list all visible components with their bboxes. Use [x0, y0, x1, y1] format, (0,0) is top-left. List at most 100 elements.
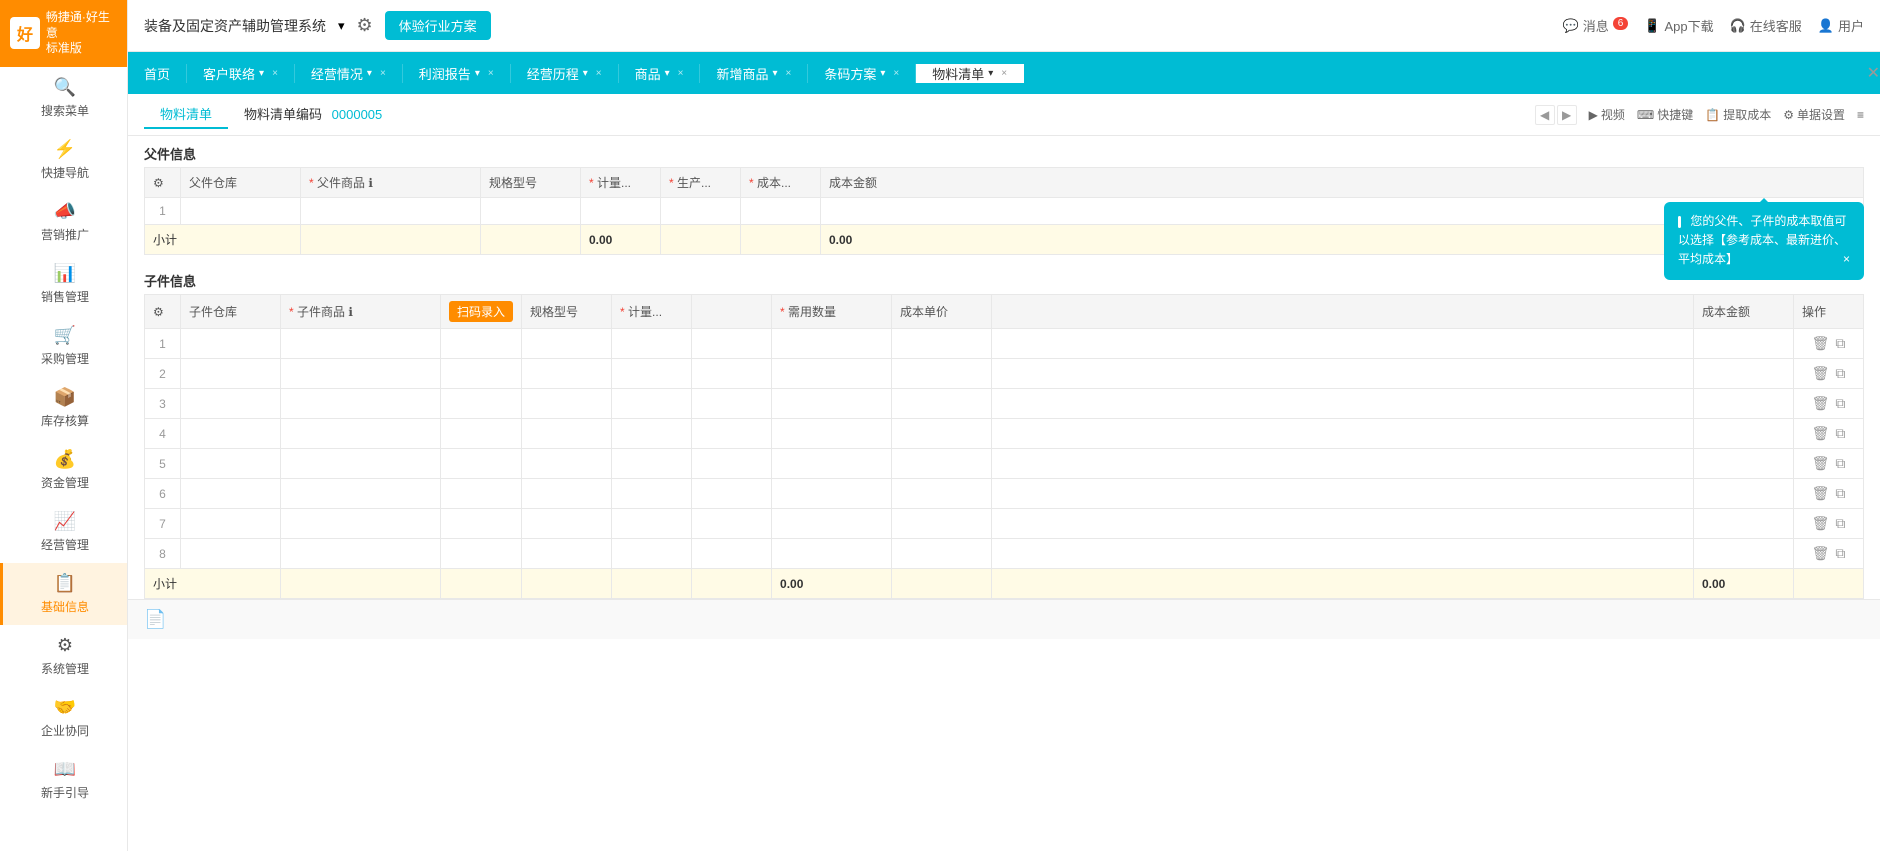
parent-row-produce[interactable]	[661, 198, 741, 225]
prev-button[interactable]: ◀	[1535, 105, 1555, 125]
child-row-unit[interactable]	[612, 479, 692, 509]
nav-tab-新增商品[interactable]: 新增商品▾×	[700, 64, 808, 83]
copy-icon[interactable]: ⧉	[1835, 485, 1845, 502]
sidebar-item-经营管理[interactable]: 📈经营管理	[0, 501, 127, 563]
delete-icon[interactable]: 🗑	[1812, 455, 1830, 472]
child-row-unit[interactable]	[612, 329, 692, 359]
delete-icon[interactable]: 🗑	[1812, 395, 1830, 412]
sidebar-item-销售管理[interactable]: 📊销售管理	[0, 253, 127, 315]
child-row-unit[interactable]	[612, 359, 692, 389]
delete-icon[interactable]: 🗑	[1812, 515, 1830, 532]
child-row-unit[interactable]	[612, 539, 692, 569]
child-row-qty[interactable]	[772, 479, 892, 509]
nav-tab-条码方案[interactable]: 条码方案▾×	[808, 64, 916, 83]
child-row-unit-cost[interactable]	[892, 479, 992, 509]
child-row-unit-cost[interactable]	[892, 419, 992, 449]
online-service-button[interactable]: 🎧 在线客服	[1730, 16, 1802, 35]
sidebar-item-资金管理[interactable]: 💰资金管理	[0, 439, 127, 501]
child-row-unit-cost[interactable]	[892, 449, 992, 479]
grid-view-icon[interactable]: ≡	[1857, 108, 1864, 122]
child-row-spec[interactable]	[522, 359, 612, 389]
close-tab-button[interactable]: ✕	[1867, 63, 1880, 83]
trial-button[interactable]: 体验行业方案	[385, 11, 491, 40]
child-row-unit[interactable]	[612, 419, 692, 449]
tooltip-close-button[interactable]: ×	[1843, 250, 1850, 269]
sidebar-item-企业协同[interactable]: 🤝企业协同	[0, 687, 127, 749]
nav-tab-利润报告[interactable]: 利润报告▾×	[403, 64, 511, 83]
child-row-qty[interactable]	[772, 389, 892, 419]
sidebar-item-系统管理[interactable]: ⚙系统管理	[0, 625, 127, 687]
nav-tab-close-icon[interactable]: ×	[678, 68, 684, 79]
child-row-warehouse[interactable]	[181, 419, 281, 449]
child-row-spec[interactable]	[522, 449, 612, 479]
copy-icon[interactable]: ⧉	[1835, 515, 1845, 532]
nav-tab-close-icon[interactable]: ×	[380, 68, 386, 79]
delete-icon[interactable]: 🗑	[1812, 545, 1830, 562]
nav-tab-close-icon[interactable]: ×	[786, 68, 792, 79]
child-row-unit[interactable]	[612, 389, 692, 419]
app-download-button[interactable]: 📱 App下载	[1644, 16, 1713, 35]
nav-tab-经营历程[interactable]: 经营历程▾×	[511, 64, 619, 83]
child-row-spec[interactable]	[522, 329, 612, 359]
child-row-unit-cost[interactable]	[892, 329, 992, 359]
child-row-unit[interactable]	[612, 509, 692, 539]
delete-icon[interactable]: 🗑	[1812, 485, 1830, 502]
scan-input-button[interactable]: 扫码录入	[449, 301, 513, 322]
sidebar-item-采购管理[interactable]: 🛒采购管理	[0, 315, 127, 377]
shortcut-btn[interactable]: ⌨ 快捷键	[1637, 106, 1693, 123]
nav-tab-close-icon[interactable]: ×	[893, 68, 899, 79]
child-row-qty[interactable]	[772, 329, 892, 359]
view-btn[interactable]: ▶ 视频	[1589, 106, 1625, 123]
nav-tab-客户联络[interactable]: 客户联络▾×	[187, 64, 295, 83]
child-row-product[interactable]	[281, 359, 441, 389]
child-row-unit-cost[interactable]	[892, 359, 992, 389]
nav-tab-首页[interactable]: 首页	[128, 64, 187, 83]
sidebar-item-库存核算[interactable]: 📦库存核算	[0, 377, 127, 439]
settings-button[interactable]: ⚙	[357, 15, 373, 36]
delete-icon[interactable]: 🗑	[1812, 425, 1830, 442]
child-row-qty[interactable]	[772, 539, 892, 569]
child-row-qty[interactable]	[772, 359, 892, 389]
nav-tab-经营情况[interactable]: 经营情况▾×	[295, 64, 403, 83]
sidebar-item-搜索菜单[interactable]: 🔍搜索菜单	[0, 67, 127, 129]
sidebar-item-新手引导[interactable]: 📖新手引导	[0, 749, 127, 811]
extract-cost-btn[interactable]: 📋 提取成本	[1705, 106, 1771, 123]
sub-tab-code[interactable]: 物料清单编码 0000005	[228, 100, 398, 129]
child-row-product[interactable]	[281, 539, 441, 569]
child-row-unit[interactable]	[612, 449, 692, 479]
parent-row-cost[interactable]	[741, 198, 821, 225]
child-row-product[interactable]	[281, 329, 441, 359]
copy-icon[interactable]: ⧉	[1835, 425, 1845, 442]
sidebar-item-快捷导航[interactable]: ⚡快捷导航	[0, 129, 127, 191]
copy-icon[interactable]: ⧉	[1835, 395, 1845, 412]
nav-tab-close-icon[interactable]: ×	[488, 68, 494, 79]
copy-icon[interactable]: ⧉	[1835, 365, 1845, 382]
nav-tab-物料清单[interactable]: 物料清单▾×	[916, 64, 1024, 83]
child-row-warehouse[interactable]	[181, 449, 281, 479]
child-row-product[interactable]	[281, 509, 441, 539]
nav-tab-close-icon[interactable]: ×	[272, 68, 278, 79]
child-row-warehouse[interactable]	[181, 359, 281, 389]
child-row-spec[interactable]	[522, 479, 612, 509]
child-row-qty[interactable]	[772, 419, 892, 449]
child-row-warehouse[interactable]	[181, 389, 281, 419]
parent-row-spec[interactable]	[481, 198, 581, 225]
doc-settings-btn[interactable]: ⚙ 单据设置	[1783, 106, 1845, 123]
child-row-warehouse[interactable]	[181, 509, 281, 539]
child-row-unit-cost[interactable]	[892, 509, 992, 539]
parent-row-warehouse[interactable]	[181, 198, 301, 225]
nav-tab-close-icon[interactable]: ×	[596, 68, 602, 79]
nav-tab-close-icon[interactable]: ×	[1001, 68, 1007, 79]
child-row-qty[interactable]	[772, 509, 892, 539]
delete-icon[interactable]: 🗑	[1812, 335, 1830, 352]
child-row-warehouse[interactable]	[181, 329, 281, 359]
copy-icon[interactable]: ⧉	[1835, 545, 1845, 562]
user-menu-button[interactable]: 👤 用户	[1818, 16, 1864, 35]
sub-tab-bom[interactable]: 物料清单	[144, 100, 228, 129]
copy-icon[interactable]: ⧉	[1835, 455, 1845, 472]
child-row-spec[interactable]	[522, 509, 612, 539]
delete-icon[interactable]: 🗑	[1812, 365, 1830, 382]
child-row-spec[interactable]	[522, 389, 612, 419]
parent-row-unit[interactable]	[581, 198, 661, 225]
messages-button[interactable]: 💬 消息 6	[1563, 16, 1629, 35]
